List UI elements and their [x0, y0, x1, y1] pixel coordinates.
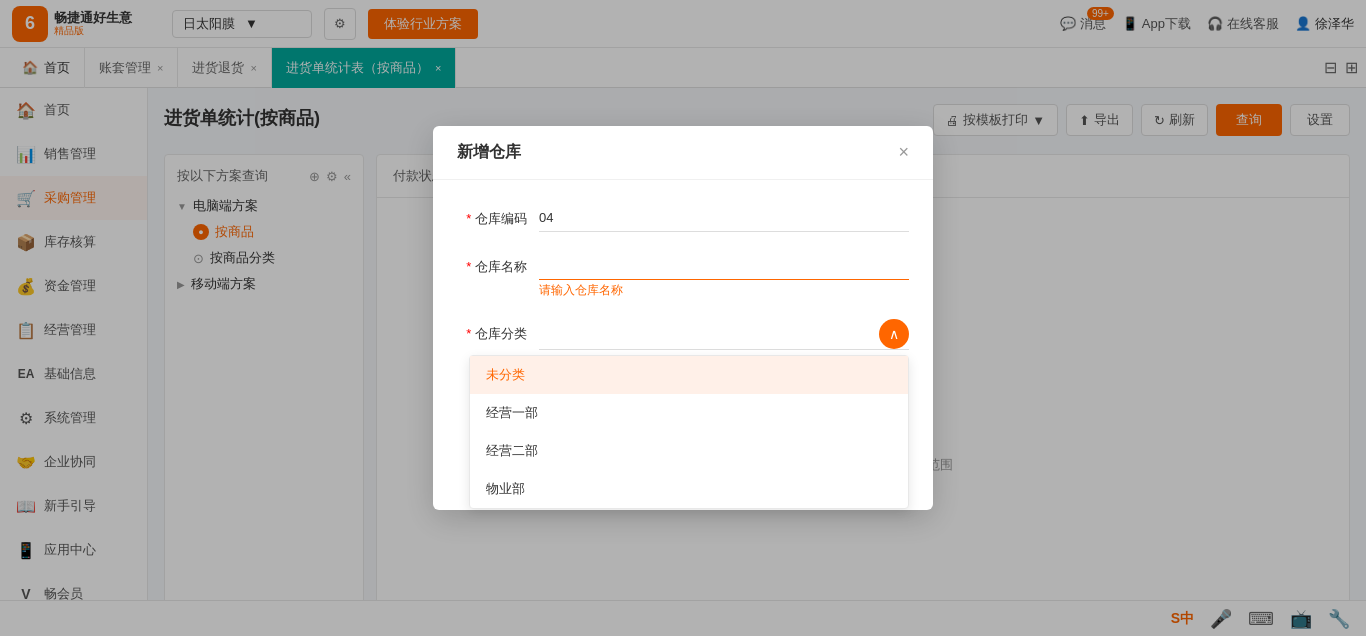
dropdown-item-dept3[interactable]: 物业部 — [470, 470, 908, 508]
name-label: 仓库名称 — [457, 252, 527, 276]
modal-close-button[interactable]: × — [898, 142, 909, 163]
chevron-up-icon: ∧ — [889, 326, 899, 342]
modal-body: 仓库编码 仓库名称 请输入仓库名称 仓库分类 ∧ — [433, 180, 933, 446]
form-row-code: 仓库编码 — [457, 204, 909, 232]
category-wrapper: ∧ 未分类 经营一部 经营二部 物业部 — [539, 319, 909, 350]
name-error-msg: 请输入仓库名称 — [539, 282, 909, 299]
modal-overlay: 新增仓库 × 仓库编码 仓库名称 请输入仓库名称 仓库分类 — [0, 0, 1366, 636]
code-label: 仓库编码 — [457, 204, 527, 228]
add-warehouse-modal: 新增仓库 × 仓库编码 仓库名称 请输入仓库名称 仓库分类 — [433, 126, 933, 510]
category-dropdown: 未分类 经营一部 经营二部 物业部 — [469, 355, 909, 509]
dropdown-item-dept2[interactable]: 经营二部 — [470, 432, 908, 470]
category-input[interactable] — [539, 321, 879, 348]
dropdown-item-dept1[interactable]: 经营一部 — [470, 394, 908, 432]
modal-title: 新增仓库 — [457, 142, 521, 163]
category-toggle-button[interactable]: ∧ — [879, 319, 909, 349]
warehouse-code-input[interactable] — [539, 204, 909, 232]
form-row-name: 仓库名称 请输入仓库名称 — [457, 252, 909, 299]
dropdown-item-uncategorized[interactable]: 未分类 — [470, 356, 908, 394]
form-row-category: 仓库分类 ∧ 未分类 经营一部 经营二部 物业部 — [457, 319, 909, 350]
warehouse-name-input[interactable] — [539, 252, 909, 280]
category-label: 仓库分类 — [457, 319, 527, 343]
modal-header: 新增仓库 × — [433, 126, 933, 180]
